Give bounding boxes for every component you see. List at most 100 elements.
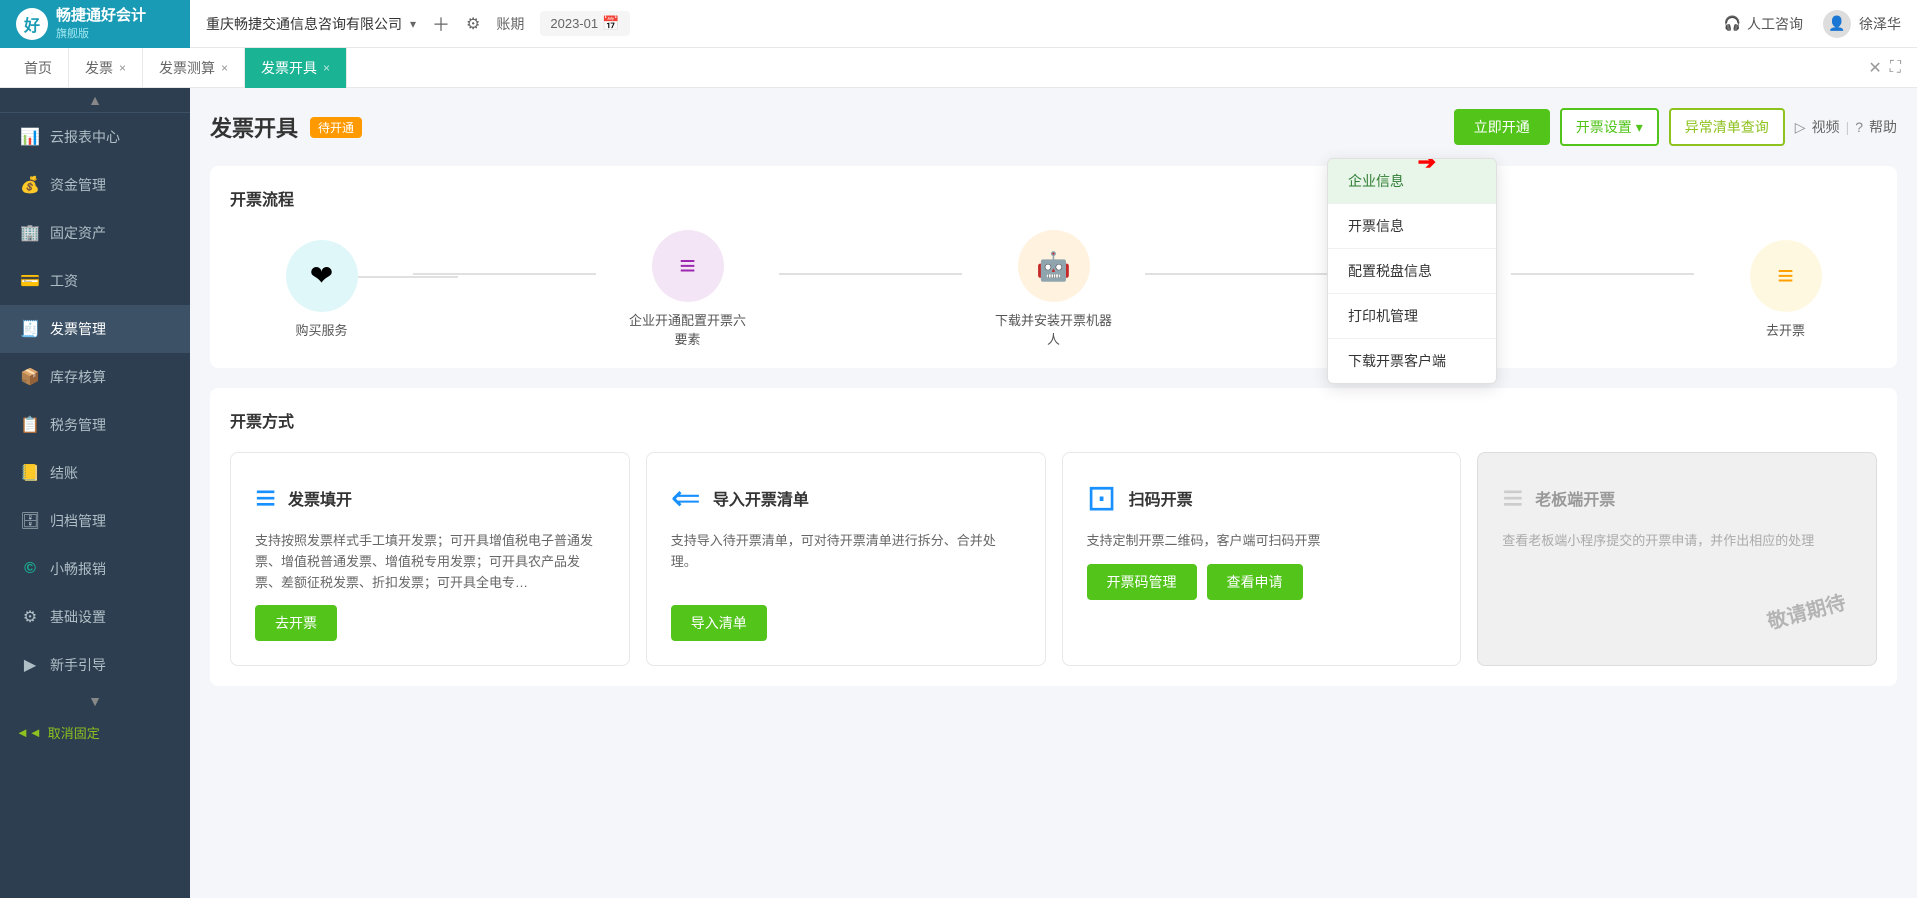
tab-home-label: 首页	[24, 58, 52, 78]
dropdown-item-download-client[interactable]: 下载开票客户端	[1328, 338, 1496, 383]
tab-invoice-issue[interactable]: 发票开具 ×	[245, 48, 347, 88]
top-actions: ＋ ⚙ 账期 2023-01 📅	[432, 11, 630, 37]
dropdown-download-client-label: 下载开票客户端	[1348, 353, 1446, 369]
tab-invoice-issue-label: 发票开具	[261, 58, 317, 78]
sidebar-item-kucun-label: 库存核算	[50, 367, 106, 387]
cancel-pin-button[interactable]: ◄◄ 取消固定	[0, 713, 190, 752]
tab-home[interactable]: 首页	[8, 48, 69, 88]
sidebar-scroll-up[interactable]: ▲	[0, 88, 190, 113]
maximize-icon[interactable]: ⛶	[1890, 59, 1901, 77]
step-1-label: 购买服务	[295, 320, 347, 339]
settings-icon[interactable]: ⚙	[466, 14, 480, 34]
period-badge[interactable]: 2023-01 📅	[540, 11, 629, 36]
dropdown-invoice-info-label: 开票信息	[1348, 218, 1404, 234]
xinshou-icon: ▶	[20, 655, 40, 675]
page-title-area: 发票开具 待开通	[210, 111, 362, 143]
invoice-settings-label: 开票设置	[1576, 117, 1632, 137]
tab-invoice-calc-close[interactable]: ×	[221, 61, 228, 75]
video-button[interactable]: ▷ 视频 | ? 帮助	[1795, 117, 1897, 137]
activate-button[interactable]: 立即开通	[1454, 109, 1550, 145]
jichu-icon: ⚙	[20, 607, 40, 627]
close-all-icon[interactable]: ✕	[1868, 58, 1881, 78]
chevron-down-icon: ▾	[410, 17, 416, 31]
sidebar-item-xinshou[interactable]: ▶ 新手引导	[0, 641, 190, 689]
tab-invoice[interactable]: 发票 ×	[69, 48, 143, 88]
step-3-icon: 🤖	[1018, 230, 1090, 302]
add-icon[interactable]: ＋	[432, 11, 450, 37]
methods-section: 开票方式 ≡ 发票填开 支持按照发票样式手工填开发票；可开具增值税电子普通发票、…	[210, 388, 1897, 686]
sidebar-item-guidang-label: 归档管理	[50, 511, 106, 531]
sidebar-item-yunbao[interactable]: 📊 云报表中心	[0, 113, 190, 161]
sidebar-item-jiezhang[interactable]: 📒 结账	[0, 449, 190, 497]
step-5-label: 去开票	[1766, 320, 1805, 339]
step-1: ❤ 购买服务	[230, 240, 413, 339]
method-scan: ⊡ 扫码开票 支持定制开票二维码，客户端可扫码开票 开票码管理 查看申请	[1062, 452, 1462, 666]
top-right: 🎧 人工咨询 👤 徐泽华	[1724, 10, 1901, 38]
step-2-icon: ≡	[652, 230, 724, 302]
process-section-title: 开票流程	[230, 186, 1877, 210]
sidebar-item-fapiao-label: 发票管理	[50, 319, 106, 339]
tab-invoice-close[interactable]: ×	[119, 61, 126, 75]
overlay-text: 敬请期待	[1764, 587, 1849, 636]
tab-bar: 首页 发票 × 发票测算 × 发票开具 × ✕ ⛶	[0, 48, 1917, 88]
dropdown-item-printer[interactable]: 打印机管理	[1328, 293, 1496, 338]
sidebar-item-jichu[interactable]: ⚙ 基础设置	[0, 593, 190, 641]
method-boss-header: ≡ 老板端开票	[1502, 477, 1852, 519]
step-divider-2	[779, 273, 962, 275]
tab-invoice-calc[interactable]: 发票测算 ×	[143, 48, 245, 88]
sidebar-item-xinshou-label: 新手引导	[50, 655, 106, 675]
method-fill-name: 发票填开	[288, 486, 352, 510]
process-section: 开票流程 ❤ 购买服务 ≡ 企业开通配置开票六要素	[210, 166, 1897, 368]
tab-invoice-label: 发票	[85, 58, 113, 78]
method-boss-desc: 查看老板端小程序提交的开票申请，并作出相应的处理	[1502, 531, 1852, 552]
dropdown-company-info-label: 企业信息	[1348, 171, 1404, 191]
method-boss-icon: ≡	[1502, 477, 1523, 519]
calendar-icon[interactable]: 📅	[602, 15, 619, 32]
method-import-button[interactable]: 导入清单	[671, 605, 767, 641]
sidebar-item-zijin-label: 资金管理	[50, 175, 106, 195]
dropdown-item-tax-disk[interactable]: 配置税盘信息	[1328, 248, 1496, 293]
company-selector[interactable]: 重庆畅捷交通信息咨询有限公司 ▾	[206, 14, 416, 34]
step-divider-4	[1511, 273, 1694, 275]
support-label: 人工咨询	[1747, 14, 1803, 34]
pin-left-icon: ◄◄	[16, 725, 42, 740]
sidebar-item-kucun[interactable]: 📦 库存核算	[0, 353, 190, 401]
sidebar-item-gongzi[interactable]: 💳 工资	[0, 257, 190, 305]
step-divider-3	[1145, 273, 1328, 275]
method-import-name: 导入开票清单	[713, 486, 809, 510]
invoice-settings-button[interactable]: 开票设置 ▾	[1560, 108, 1659, 146]
method-fill-icon: ≡	[255, 477, 276, 519]
settings-chevron-down-icon: ▾	[1636, 119, 1643, 136]
process-steps: ❤ 购买服务 ≡ 企业开通配置开票六要素 🤖 下载并安装开票机器人	[230, 230, 1877, 348]
top-bar: 好 畅捷通好会计 旗舰版 重庆畅捷交通信息咨询有限公司 ▾ ＋ ⚙ 账期 202…	[0, 0, 1917, 48]
sidebar-item-zijin[interactable]: 💰 资金管理	[0, 161, 190, 209]
step-3-label: 下载并安装开票机器人	[994, 310, 1114, 348]
sidebar-item-shuiwu[interactable]: 📋 税务管理	[0, 401, 190, 449]
logo-area: 好 畅捷通好会计 旗舰版	[0, 0, 190, 48]
sidebar-item-guidang[interactable]: 🗄 归档管理	[0, 497, 190, 545]
tab-invoice-issue-close[interactable]: ×	[323, 61, 330, 75]
method-scan-qr-button[interactable]: 开票码管理	[1087, 564, 1197, 600]
method-import: ⇐ 导入开票清单 支持导入待开票清单，可对待开票清单进行拆分、合并处理。 导入清…	[646, 452, 1046, 666]
method-boss: ≡ 老板端开票 查看老板端小程序提交的开票申请，并作出相应的处理 敬请期待	[1477, 452, 1877, 666]
jiezhang-icon: 📒	[20, 463, 40, 483]
status-badge: 待开通	[310, 117, 362, 138]
sidebar-item-fapiao[interactable]: 🧾 发票管理	[0, 305, 190, 353]
shuiwu-icon: 📋	[20, 415, 40, 435]
step-2: ≡ 企业开通配置开票六要素	[596, 230, 779, 348]
method-fill-button[interactable]: 去开票	[255, 605, 337, 641]
method-scan-buttons: 开票码管理 查看申请	[1087, 564, 1437, 600]
method-scan-apply-button[interactable]: 查看申请	[1207, 564, 1303, 600]
sidebar-item-xiaochang[interactable]: © 小畅报销	[0, 545, 190, 593]
anomaly-button[interactable]: 异常清单查询	[1669, 108, 1785, 146]
dropdown-printer-label: 打印机管理	[1348, 308, 1418, 324]
dropdown-item-invoice-info[interactable]: 开票信息	[1328, 203, 1496, 248]
settings-dropdown: ➔ 企业信息 开票信息 配置税盘信息 打印机管理 下载开票客户端	[1327, 158, 1497, 384]
sidebar-scroll-down[interactable]: ▼	[0, 689, 190, 713]
support-button[interactable]: 🎧 人工咨询	[1724, 14, 1803, 34]
sidebar-item-jiezhang-label: 结账	[50, 463, 78, 483]
sidebar-item-gudingzichan[interactable]: 🏢 固定资产	[0, 209, 190, 257]
user-info[interactable]: 👤 徐泽华	[1823, 10, 1901, 38]
page-header: 发票开具 待开通 立即开通 开票设置 ▾ 异常清单查询 ▷ 视频 | ? 帮助	[210, 108, 1897, 146]
dropdown-item-company-info[interactable]: 企业信息	[1328, 159, 1496, 203]
